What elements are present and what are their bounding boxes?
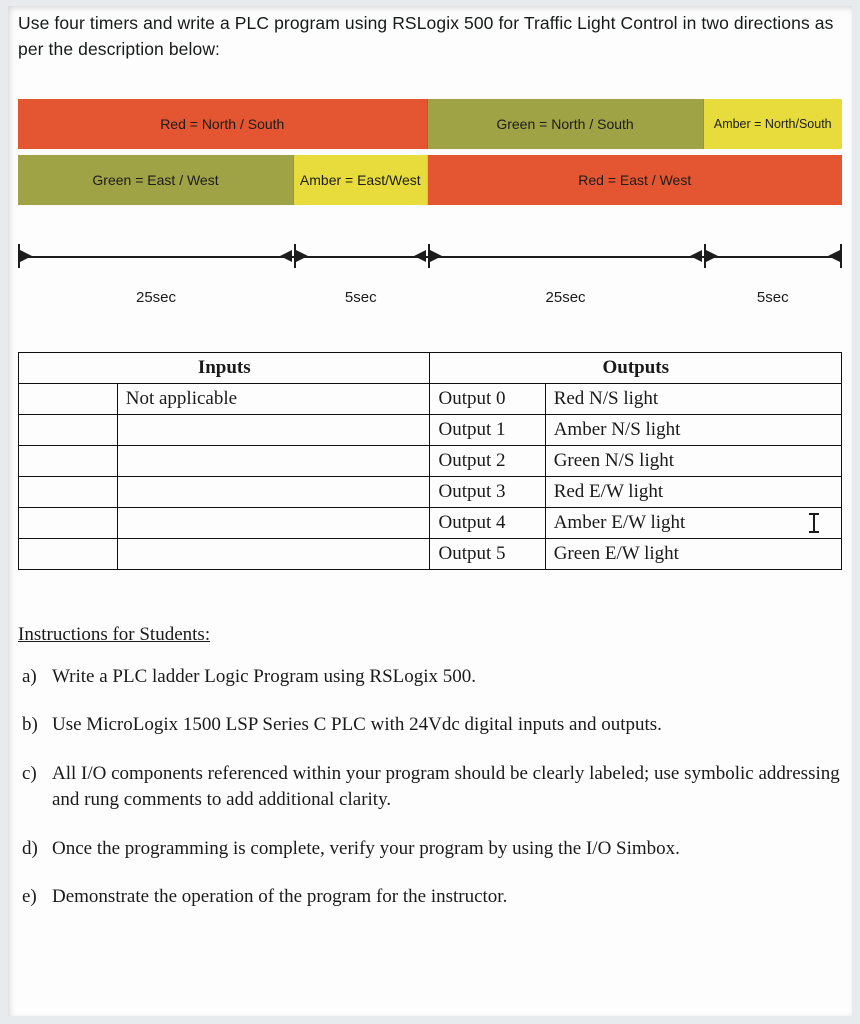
table-row: Not applicable Output 0 Red N/S light	[19, 383, 842, 414]
inputs-na: Not applicable	[117, 383, 430, 414]
output-addr: Output 1	[430, 414, 545, 445]
ns-red-cell: Red = North / South	[18, 99, 428, 149]
list-item: a) Write a PLC ladder Logic Program usin…	[52, 664, 842, 691]
list-item: e) Demonstrate the operation of the prog…	[52, 884, 842, 911]
ew-amber-cell: Amber = East/West	[294, 155, 427, 205]
ew-red-cell: Red = East / West	[428, 155, 842, 205]
instructions-heading: Instructions for Students:	[18, 624, 842, 646]
problem-statement: Use four timers and write a PLC program …	[18, 6, 842, 91]
timing-diagram: Red = North / South Green = North / Sout…	[18, 99, 842, 306]
table-row: Output 1 Amber N/S light	[19, 414, 842, 445]
io-table: Inputs Outputs Not applicable Output 0 R…	[18, 352, 842, 570]
document-page: Use four timers and write a PLC program …	[8, 6, 852, 1016]
outputs-header: Outputs	[430, 352, 842, 383]
output-desc: Green E/W light	[545, 538, 841, 569]
table-row: Output 3 Red E/W light	[19, 476, 842, 507]
output-addr: Output 0	[430, 383, 545, 414]
output-desc: Red E/W light	[545, 476, 841, 507]
output-desc: Amber N/S light	[545, 414, 841, 445]
time-label-1: 25sec	[18, 289, 294, 306]
ew-green-cell: Green = East / West	[18, 155, 294, 205]
output-desc: Red N/S light	[545, 383, 841, 414]
ew-row: Green = East / West Amber = East/West Re…	[18, 155, 842, 205]
output-addr: Output 4	[430, 507, 545, 538]
time-label-3: 25sec	[428, 289, 704, 306]
timing-axis	[18, 239, 842, 275]
time-label-4: 5sec	[704, 289, 842, 306]
output-desc: Amber E/W light	[545, 507, 841, 538]
ns-amber-cell: Amber = North/South	[704, 99, 842, 149]
output-addr: Output 3	[430, 476, 545, 507]
output-desc: Green N/S light	[545, 445, 841, 476]
list-item: b) Use MicroLogix 1500 LSP Series C PLC …	[52, 712, 842, 739]
ns-green-cell: Green = North / South	[428, 99, 704, 149]
ns-row: Red = North / South Green = North / Sout…	[18, 99, 842, 149]
list-item: d) Once the programming is complete, ver…	[52, 836, 842, 863]
inputs-header: Inputs	[19, 352, 430, 383]
axis-labels: 25sec 5sec 25sec 5sec	[18, 289, 842, 306]
output-addr: Output 5	[430, 538, 545, 569]
output-addr: Output 2	[430, 445, 545, 476]
table-row: Output 2 Green N/S light	[19, 445, 842, 476]
time-label-2: 5sec	[294, 289, 427, 306]
table-row: Output 4 Amber E/W light	[19, 507, 842, 538]
table-row: Output 5 Green E/W light	[19, 538, 842, 569]
instructions-list: a) Write a PLC ladder Logic Program usin…	[18, 664, 842, 912]
list-item: c) All I/O components referenced within …	[52, 761, 842, 814]
